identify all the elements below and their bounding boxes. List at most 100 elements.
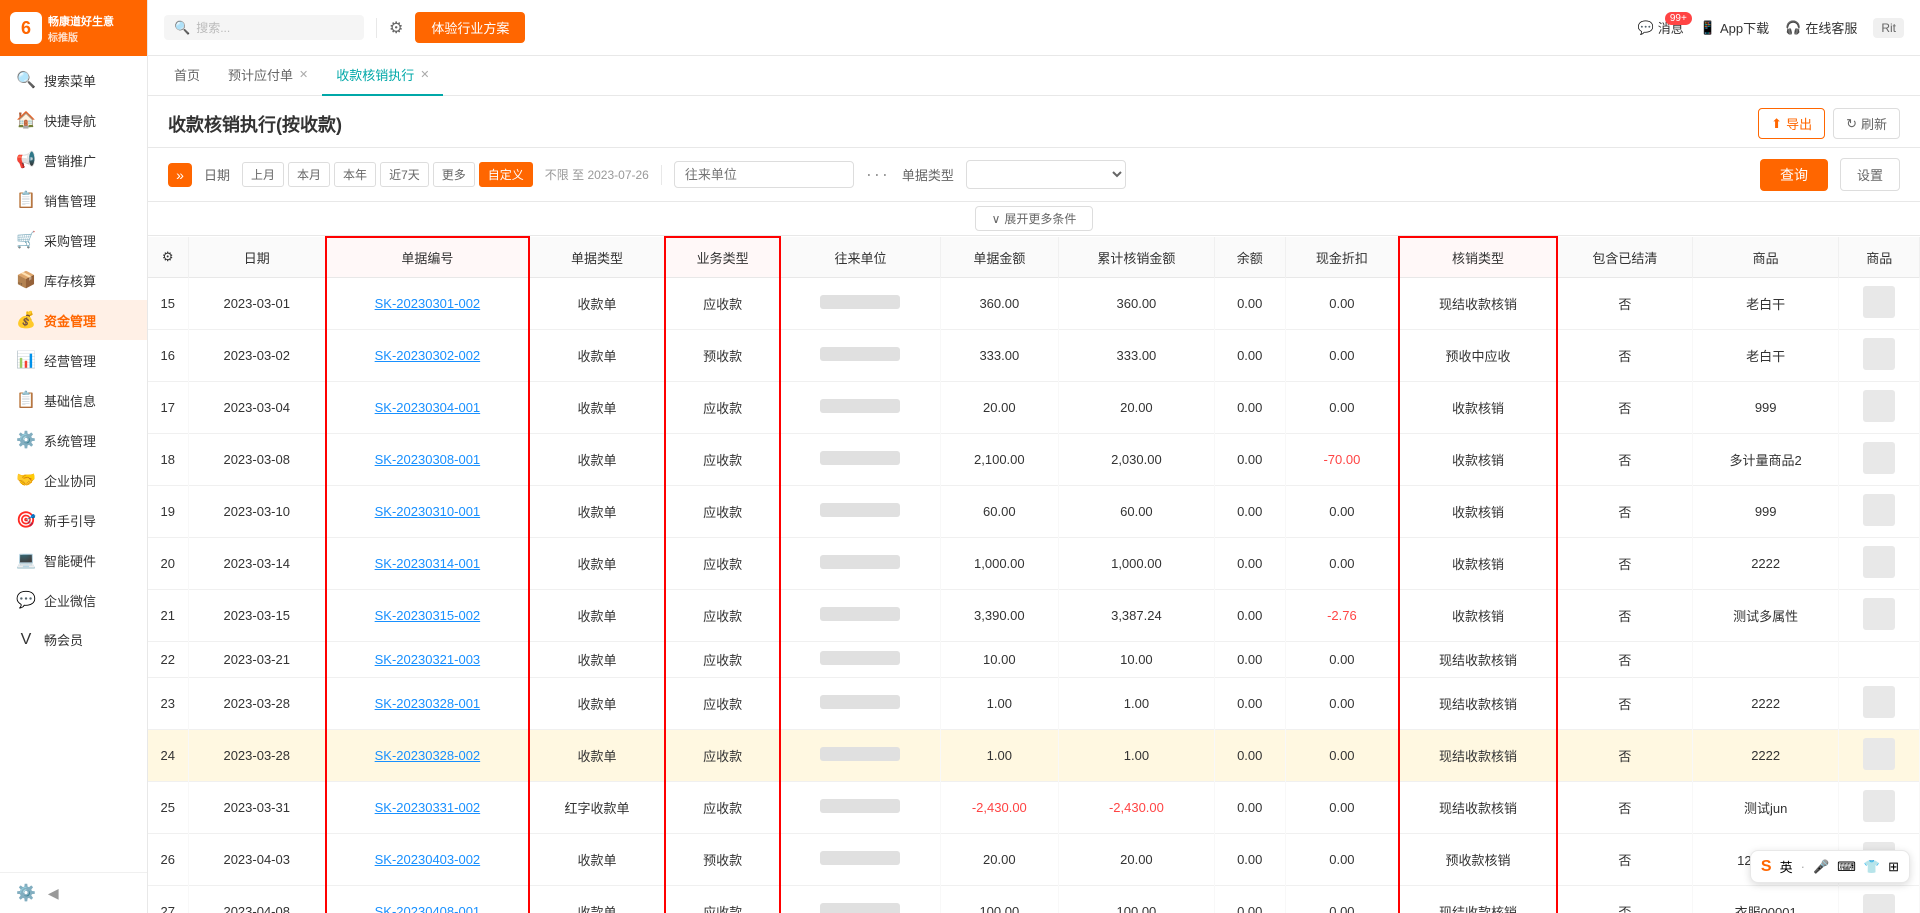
message-badge[interactable]: 💬 消息 99+ [1638, 18, 1684, 37]
cell-0-2[interactable]: SK-20230301-002 [326, 278, 529, 330]
bill-type-select[interactable] [966, 160, 1126, 189]
cell-12-2[interactable]: SK-20230408-001 [326, 886, 529, 913]
query-btn[interactable]: 查询 [1760, 159, 1828, 191]
expand-more-btn[interactable]: ∨ 展开更多条件 [975, 206, 1094, 231]
tab-home[interactable]: 首页 [160, 56, 214, 96]
sidebar-item-enterprise[interactable]: 🤝企业协同 [0, 460, 147, 500]
sidebar-icon-inventory: 📦 [16, 270, 36, 290]
sidebar-icon-purchase: 🛒 [16, 230, 36, 250]
tab-close-prepay[interactable]: ✕ [299, 68, 308, 81]
gear-icon[interactable]: ⚙ [389, 18, 403, 38]
settings-btn[interactable]: 设置 [1840, 158, 1900, 191]
bill-no-link[interactable]: SK-20230302-002 [375, 348, 481, 363]
shirt-icon[interactable]: 👕 [1864, 859, 1880, 875]
date-btn-本月[interactable]: 本月 [288, 162, 330, 187]
sidebar-item-operation[interactable]: 📊经营管理 [0, 340, 147, 380]
cell-5-2[interactable]: SK-20230314-001 [326, 538, 529, 590]
cell-11-2[interactable]: SK-20230403-002 [326, 834, 529, 886]
keyboard-icon[interactable]: ⌨ [1837, 859, 1856, 875]
cell-9-5 [780, 730, 940, 782]
bill-no-link[interactable]: SK-20230308-001 [375, 452, 481, 467]
cell-6-10: 收款核销 [1399, 590, 1557, 642]
date-btn-更多[interactable]: 更多 [433, 162, 475, 187]
app-download[interactable]: 📱 App下载 [1700, 18, 1769, 37]
topbar-search-box[interactable]: 🔍 搜索... [164, 15, 364, 40]
partner-input[interactable] [674, 161, 854, 188]
bill-no-link[interactable]: SK-20230315-002 [375, 608, 481, 623]
sidebar-item-basic[interactable]: 📋基础信息 [0, 380, 147, 420]
cell-0-4: 应收款 [665, 278, 780, 330]
partner-masked [820, 851, 900, 865]
date-btn-本年[interactable]: 本年 [334, 162, 376, 187]
partner-masked [820, 503, 900, 517]
product-thumb [1863, 738, 1895, 770]
cell-6-2[interactable]: SK-20230315-002 [326, 590, 529, 642]
cell-5-9: 0.00 [1285, 538, 1399, 590]
sidebar-label-marketing: 营销推广 [44, 151, 96, 170]
cell-6-13 [1839, 590, 1920, 642]
online-service[interactable]: 🎧 在线客服 [1785, 18, 1857, 37]
refresh-btn[interactable]: ↻ 刷新 [1833, 108, 1900, 139]
mic-icon[interactable]: 🎤 [1813, 859, 1829, 875]
cell-12-12: 衣服00001 [1692, 886, 1839, 913]
cell-12-9: 0.00 [1285, 886, 1399, 913]
date-btn-近7天[interactable]: 近7天 [380, 162, 429, 187]
bill-no-link[interactable]: SK-20230328-001 [375, 696, 481, 711]
cell-10-4: 应收款 [665, 782, 780, 834]
cell-6-11: 否 [1557, 590, 1693, 642]
cell-2-2[interactable]: SK-20230304-001 [326, 382, 529, 434]
sidebar-icon-marketing: 📢 [16, 150, 36, 170]
grid-icon[interactable]: ⊞ [1888, 859, 1899, 875]
cell-2-8: 0.00 [1214, 382, 1285, 434]
bill-no-link[interactable]: SK-20230310-001 [375, 504, 481, 519]
industry-btn[interactable]: 体验行业方案 [415, 12, 525, 43]
cell-4-1: 2023-03-10 [188, 486, 326, 538]
cell-9-2[interactable]: SK-20230328-002 [326, 730, 529, 782]
filter-expand-btn[interactable]: » [168, 163, 192, 187]
cell-4-2[interactable]: SK-20230310-001 [326, 486, 529, 538]
cell-0-9: 0.00 [1285, 278, 1399, 330]
sidebar-label-enterprise: 企业协同 [44, 471, 96, 490]
sidebar-item-system[interactable]: ⚙️系统管理 [0, 420, 147, 460]
cell-12-10: 现结收款核销 [1399, 886, 1557, 913]
sidebar-item-marketing[interactable]: 📢 营销推广 [0, 140, 147, 180]
bill-no-link[interactable]: SK-20230321-003 [375, 652, 481, 667]
sidebar-item-quick-nav[interactable]: 🏠快捷导航 [0, 100, 147, 140]
sidebar-item-guide[interactable]: 🎯新手引导 [0, 500, 147, 540]
tab-prepay[interactable]: 预计应付单✕ [214, 56, 322, 96]
collapse-icon[interactable]: ◀ [48, 885, 59, 902]
cell-8-2[interactable]: SK-20230328-001 [326, 678, 529, 730]
bill-no-link[interactable]: SK-20230403-002 [375, 852, 481, 867]
sidebar-item-wechat[interactable]: 💬企业微信 [0, 580, 147, 620]
cell-12-5 [780, 886, 940, 913]
sidebar-item-member[interactable]: V畅会员 [0, 620, 147, 659]
settings-icon[interactable]: ⚙️ [16, 883, 36, 903]
bill-no-link[interactable]: SK-20230408-001 [375, 904, 481, 913]
cell-3-2[interactable]: SK-20230308-001 [326, 434, 529, 486]
cell-1-2[interactable]: SK-20230302-002 [326, 330, 529, 382]
bill-no-link[interactable]: SK-20230328-002 [375, 748, 481, 763]
sidebar-item-hardware[interactable]: 💻智能硬件 [0, 540, 147, 580]
cell-7-2[interactable]: SK-20230321-003 [326, 642, 529, 678]
bill-no-link[interactable]: SK-20230331-002 [375, 800, 481, 815]
export-btn[interactable]: ⬆ 导出 [1758, 108, 1825, 139]
tab-receipt-verify[interactable]: 收款核销执行✕ [322, 56, 443, 96]
sidebar-item-sales[interactable]: 📋销售管理 [0, 180, 147, 220]
sidebar-item-search[interactable]: 🔍搜索菜单 [0, 60, 147, 100]
sidebar-label-basic: 基础信息 [44, 391, 96, 410]
tab-close-receipt-verify[interactable]: ✕ [420, 68, 429, 81]
bill-no-link[interactable]: SK-20230301-002 [375, 296, 481, 311]
cell-10-2[interactable]: SK-20230331-002 [326, 782, 529, 834]
sidebar-item-inventory[interactable]: 📦库存核算 [0, 260, 147, 300]
table-row: 242023-03-28SK-20230328-002收款单应收款1.001.0… [148, 730, 1920, 782]
date-btn-custom[interactable]: 自定义 [479, 162, 533, 187]
sidebar-item-purchase[interactable]: 🛒采购管理 [0, 220, 147, 260]
sidebar-item-finance[interactable]: 💰资金管理 [0, 300, 147, 340]
cell-5-12: 2222 [1692, 538, 1839, 590]
date-btn-上月[interactable]: 上月 [242, 162, 284, 187]
cell-11-8: 0.00 [1214, 834, 1285, 886]
user-name[interactable]: Rit [1873, 18, 1904, 38]
bill-no-link[interactable]: SK-20230304-001 [375, 400, 481, 415]
bill-no-link[interactable]: SK-20230314-001 [375, 556, 481, 571]
cell-6-5 [780, 590, 940, 642]
